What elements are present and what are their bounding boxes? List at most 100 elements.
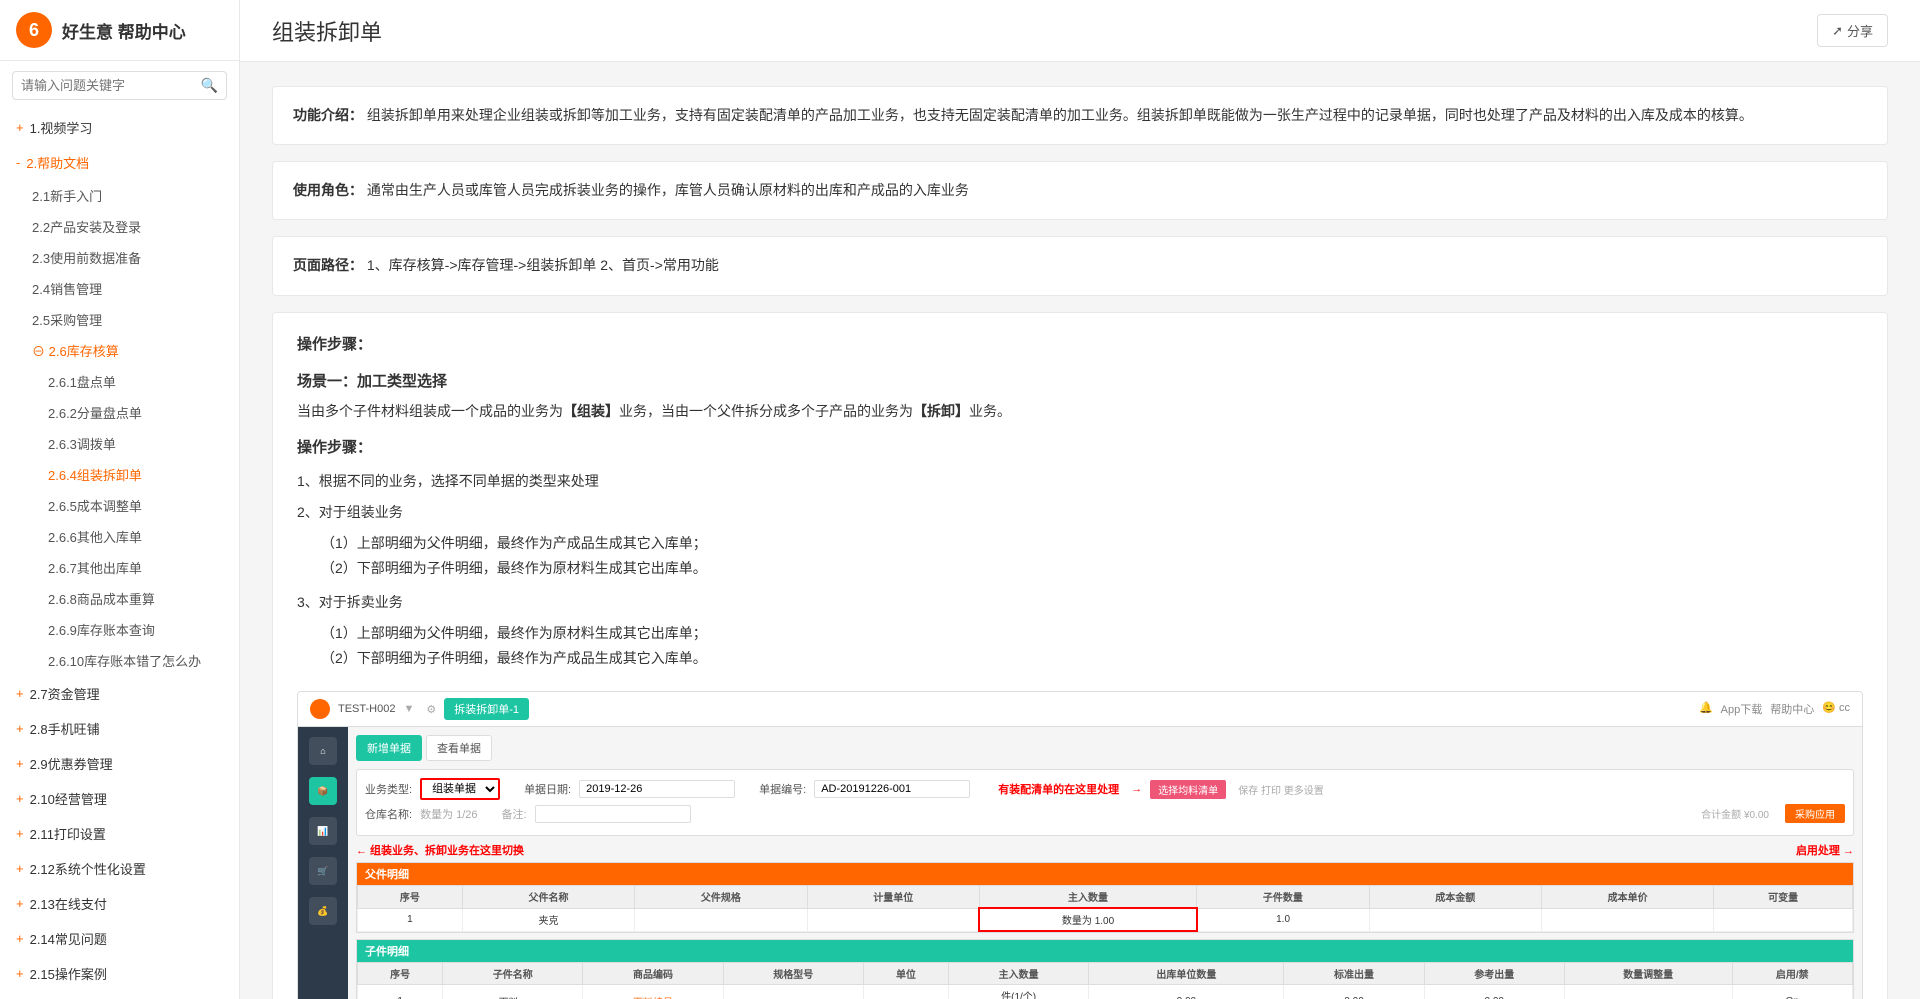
op-steps-label: 操作步骤： (297, 333, 1863, 354)
ss-th-cost: 成本金额 (1369, 886, 1541, 909)
collapse-icon: - (16, 155, 20, 170)
sidebar-item-2-6-1[interactable]: 2.6.1盘点单 (0, 366, 239, 397)
ss-td2-seq-1: 1 (358, 985, 443, 999)
sidebar-item-label: 2.帮助文档 (26, 153, 89, 172)
sidebar-item-label: 2.13在线支付 (30, 894, 107, 913)
sidebar-item-prepare[interactable]: 2.3使用前数据准备 (0, 242, 239, 273)
ss-main-area: 新增单据 查看单据 业务类型: 组装单据 拆卸单据 (348, 727, 1862, 999)
ss-td-name: 夹克 (462, 908, 634, 931)
ss-upper-table-container: 父件明细 序号 父件名称 父件规格 计量单位 主入数量 (356, 862, 1854, 933)
expand-icon: + (16, 721, 24, 736)
scenario1-label: 场景一：加工类型选择 (297, 370, 1863, 391)
sidebar-item-inventory[interactable]: ⊖ 2.6库存核算 (0, 335, 239, 366)
ss-th-qty: 主入数量 (979, 886, 1196, 909)
sidebar-item-purchase[interactable]: 2.5采购管理 (0, 304, 239, 335)
ss-th2-adj: 数量调整量 (1564, 963, 1732, 985)
sidebar-item-2-6-10[interactable]: 2.6.10库存账本错了怎么办 (0, 645, 239, 676)
ss-td2-name-1: 面料 1 (443, 985, 583, 999)
ss-td-spec (635, 908, 807, 931)
ss-tab-view[interactable]: 查看单据 (426, 735, 492, 761)
ss-biz-type-select[interactable]: 组装单据 拆卸单据 (420, 778, 500, 800)
sidebar-item-payment[interactable]: + 2.13在线支付 (0, 886, 239, 921)
step2-1: （1）上部明细为父件明细，最终作为产成品生成其它入库单； (297, 531, 1863, 556)
sidebar-item-2-6-8[interactable]: 2.6.8商品成本重算 (0, 583, 239, 614)
func-intro-block: 功能介绍： 组装拆卸单用来处理企业组装或拆卸等加工业务，支持有固定装配清单的产品… (272, 86, 1888, 145)
ss-td2-std-1: 0.00 (1284, 985, 1424, 999)
sidebar-item-help-docs[interactable]: - 2.帮助文档 (0, 145, 239, 180)
search-box[interactable]: 🔍 (12, 71, 227, 100)
ss-form-area: 业务类型: 组装单据 拆卸单据 单据日期: 单据编号: (356, 769, 1854, 836)
sidebar-item-coupon[interactable]: + 2.9优惠券管理 (0, 746, 239, 781)
expand-icon: + (16, 756, 24, 771)
logo-icon: 6 (16, 12, 52, 48)
annotation-enable: 启用处理 → (1796, 842, 1854, 858)
table-row: 1 面料 1 面料编号 件(1/个)80.00 0.00 0.00 (358, 985, 1853, 999)
ss-total-label: 合计金额 ¥0.00 (1701, 806, 1769, 821)
ss-dropdown-icon: ▼ (403, 703, 414, 715)
ss-date-label: 单据日期: (524, 781, 571, 797)
sidebar-item-2-6-4[interactable]: 2.6.4组装拆卸单 (0, 459, 239, 490)
ss-td2-enable-1: On (1732, 985, 1852, 999)
ss-num-input[interactable] (814, 780, 970, 798)
expand-icon: + (16, 966, 24, 981)
ss-form-row-type: 业务类型: 组装单据 拆卸单据 单据日期: 单据编号: (365, 778, 1845, 800)
ss-nav-purchase: 🛒 (309, 857, 337, 885)
expand-icon: + (16, 826, 24, 841)
sidebar-item-mobile[interactable]: + 2.8手机旺铺 (0, 711, 239, 746)
ss-upper-table-header: 父件明细 (357, 863, 1853, 885)
ss-lower-table-container: 子件明细 序号 子件名称 商品编码 规格型号 单位 (356, 939, 1854, 999)
ss-th2-spec: 规格型号 (723, 963, 863, 985)
ss-th2-out-qty: 出库单位数量 (1089, 963, 1284, 985)
ss-td2-ref-1: 0.00 (1424, 985, 1564, 999)
path-block: 页面路径： 1、库存核算->库存管理->组装拆卸单 2、首页->常用功能 (272, 236, 1888, 295)
screenshot-container: TEST-H002 ▼ ⚙ 拆装拆卸单-1 🔔 App下载 帮助中心 😊 cc (297, 691, 1863, 999)
page-title: 组装拆卸单 (272, 15, 382, 47)
ss-form-row-store: 仓库名称: 数量为 1/26 备注: 合计金额 ¥0.00 采购应用 (365, 804, 1845, 823)
ss-remark-label: 备注: (502, 806, 527, 822)
step3-1: （1）上部明细为父件明细，最终作为原材料生成其它出库单； (297, 621, 1863, 646)
sidebar-item-2-6-6[interactable]: 2.6.6其他入库单 (0, 521, 239, 552)
expand-icon: + (16, 861, 24, 876)
ss-date-input[interactable] (579, 780, 735, 798)
sidebar-item-personalize[interactable]: + 2.12系统个性化设置 (0, 851, 239, 886)
ss-th2-std: 标准出量 (1284, 963, 1424, 985)
ss-store-value: 数量为 1/26 (420, 806, 477, 822)
ss-tab-new[interactable]: 新增单据 (356, 735, 422, 761)
sidebar-item-sales[interactable]: 2.4销售管理 (0, 273, 239, 304)
ss-remark-input[interactable] (535, 805, 691, 823)
ss-confirm-btn[interactable]: 采购应用 (1785, 804, 1845, 823)
search-icon[interactable]: 🔍 (201, 77, 218, 94)
ss-td-unit-cost (1541, 908, 1713, 931)
ss-main-btn[interactable]: 拆装拆卸单-1 (444, 698, 529, 720)
step3-2: （2）下部明细为子件明细，最终作为产成品生成其它入库单。 (297, 646, 1863, 671)
sidebar-item-operation[interactable]: + 2.10经营管理 (0, 781, 239, 816)
sidebar-item-2-6-9[interactable]: 2.6.9库存账本查询 (0, 614, 239, 645)
sidebar-item-2-6-7[interactable]: 2.6.7其他出库单 (0, 552, 239, 583)
sidebar-item-print[interactable]: + 2.11打印设置 (0, 816, 239, 851)
ss-th2-qty: 主入数量 (949, 963, 1089, 985)
sidebar-item-2-6-3[interactable]: 2.6.3调拨单 (0, 428, 239, 459)
sidebar-item-cases[interactable]: + 2.15操作案例 (0, 956, 239, 991)
ss-action-btns: 保存 打印 更多设置 (1238, 782, 1324, 797)
sidebar-item-newbie[interactable]: 2.1新手入门 (0, 180, 239, 211)
share-icon: ➚ (1832, 23, 1843, 39)
sidebar-item-finance[interactable]: + 2.7资金管理 (0, 676, 239, 711)
share-button[interactable]: ➚ 分享 (1817, 14, 1888, 47)
ss-annotation-bar: ← 组装业务、拆卸业务在这里切换 启用处理 → (356, 842, 1854, 858)
sidebar-item-install[interactable]: 2.2产品安装及登录 (0, 211, 239, 242)
ss-th2-enable: 启用/禁 (1732, 963, 1852, 985)
search-input[interactable] (21, 78, 201, 93)
sidebar-item-video[interactable]: + 1.视频学习 (0, 110, 239, 145)
ss-nav-inventory: 📦 (309, 777, 337, 805)
sidebar-item-label: 2.14常见问题 (30, 929, 107, 948)
ss-bom-btn[interactable]: 选择均料清单 (1150, 780, 1226, 799)
sidebar-item-2-6-5[interactable]: 2.6.5成本调整单 (0, 490, 239, 521)
annotation-arrow1: → (1131, 783, 1142, 795)
ss-topbar: TEST-H002 ▼ ⚙ 拆装拆卸单-1 🔔 App下载 帮助中心 😊 cc (298, 692, 1862, 727)
ss-td2-spec-1 (723, 985, 863, 999)
ss-th-unit-cost: 成本单价 (1541, 886, 1713, 909)
sidebar-item-faq[interactable]: + 2.14常见问题 (0, 921, 239, 956)
ss-th-name: 父件名称 (462, 886, 634, 909)
table-row: 1 夹克 数量为 1.00 1.0 (358, 908, 1853, 931)
sidebar-item-2-6-2[interactable]: 2.6.2分量盘点单 (0, 397, 239, 428)
